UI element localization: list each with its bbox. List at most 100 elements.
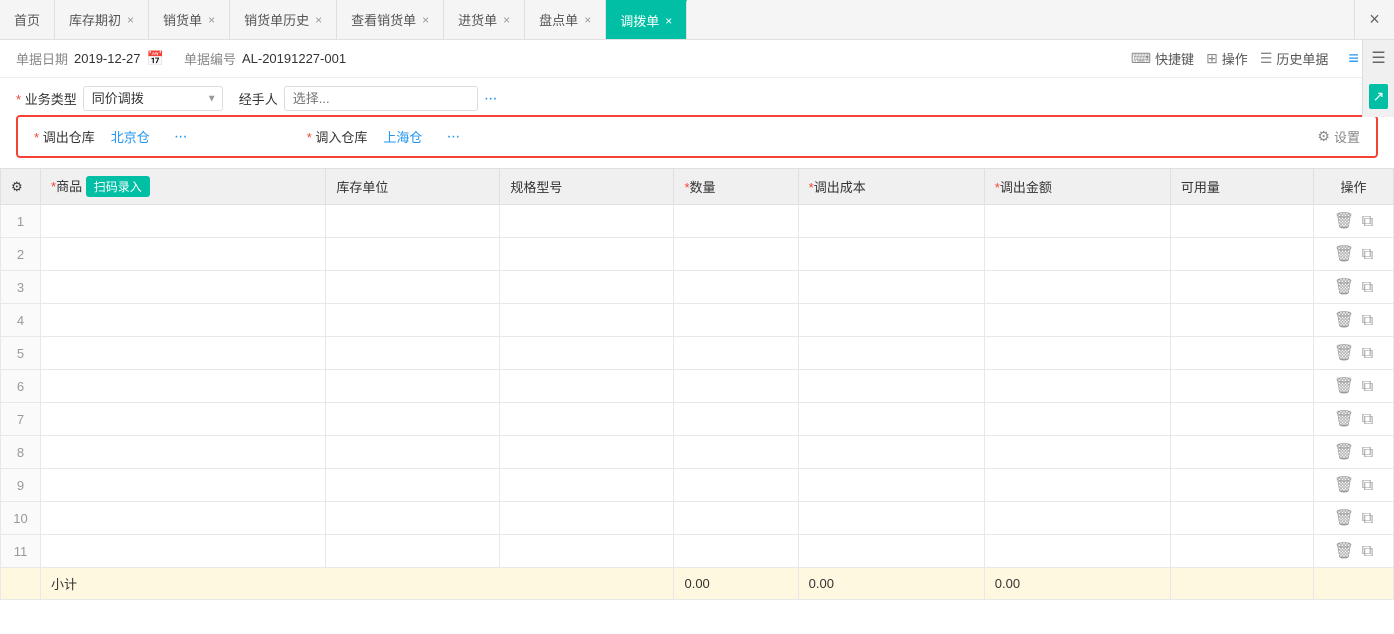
th-settings[interactable]: ⚙ — [1, 169, 41, 205]
row-4-qty[interactable] — [674, 304, 798, 337]
row-1-spec[interactable] — [500, 205, 674, 238]
tab-sales-order-close[interactable]: × — [208, 13, 215, 27]
tab-home[interactable]: 首页 — [0, 0, 55, 39]
row-4-copy-icon[interactable]: ⧉ — [1362, 312, 1373, 329]
row-3-product[interactable] — [41, 271, 326, 304]
row-5-cost[interactable] — [798, 337, 984, 370]
row-3-available[interactable] — [1170, 271, 1313, 304]
row-10-amount[interactable] — [984, 502, 1170, 535]
row-1-copy-icon[interactable]: ⧉ — [1362, 213, 1373, 230]
row-10-spec[interactable] — [500, 502, 674, 535]
row-10-delete-icon[interactable]: 🗑 — [1334, 510, 1354, 527]
tab-sales-history-close[interactable]: × — [315, 13, 322, 27]
row-4-product[interactable] — [41, 304, 326, 337]
row-2-copy-icon[interactable]: ⧉ — [1362, 246, 1373, 263]
handler-input[interactable] — [284, 86, 478, 111]
operations-button[interactable]: ⊞ 操作 — [1206, 49, 1248, 68]
row-1-unit[interactable] — [326, 205, 500, 238]
row-7-product[interactable] — [41, 403, 326, 436]
row-3-amount[interactable] — [984, 271, 1170, 304]
row-6-available[interactable] — [1170, 370, 1313, 403]
tab-inventory-check-close[interactable]: × — [584, 13, 591, 27]
row-10-product[interactable] — [41, 502, 326, 535]
row-3-cost[interactable] — [798, 271, 984, 304]
row-5-available[interactable] — [1170, 337, 1313, 370]
scan-input-button[interactable]: 扫码录入 — [86, 176, 150, 197]
row-7-cost[interactable] — [798, 403, 984, 436]
row-8-delete-icon[interactable]: 🗑 — [1334, 444, 1354, 461]
row-7-qty[interactable] — [674, 403, 798, 436]
row-7-spec[interactable] — [500, 403, 674, 436]
row-1-cost[interactable] — [798, 205, 984, 238]
row-9-amount[interactable] — [984, 469, 1170, 502]
window-close-button[interactable]: × — [1354, 0, 1394, 40]
row-1-available[interactable] — [1170, 205, 1313, 238]
row-7-available[interactable] — [1170, 403, 1313, 436]
row-9-copy-icon[interactable]: ⧉ — [1362, 477, 1373, 494]
row-3-spec[interactable] — [500, 271, 674, 304]
row-2-delete-icon[interactable]: 🗑 — [1334, 246, 1354, 263]
row-1-delete-icon[interactable]: 🗑 — [1334, 213, 1354, 230]
tab-inventory-init[interactable]: 库存期初 × — [55, 0, 149, 39]
row-6-copy-icon[interactable]: ⧉ — [1362, 378, 1373, 395]
row-8-spec[interactable] — [500, 436, 674, 469]
row-6-spec[interactable] — [500, 370, 674, 403]
row-10-qty[interactable] — [674, 502, 798, 535]
tab-purchase[interactable]: 进货单 × — [444, 0, 525, 39]
row-9-unit[interactable] — [326, 469, 500, 502]
row-2-product[interactable] — [41, 238, 326, 271]
row-10-unit[interactable] — [326, 502, 500, 535]
row-9-qty[interactable] — [674, 469, 798, 502]
row-11-unit[interactable] — [326, 535, 500, 568]
row-6-amount[interactable] — [984, 370, 1170, 403]
row-3-qty[interactable] — [674, 271, 798, 304]
row-11-cost[interactable] — [798, 535, 984, 568]
row-1-qty[interactable] — [674, 205, 798, 238]
row-5-delete-icon[interactable]: 🗑 — [1334, 345, 1354, 362]
row-6-product[interactable] — [41, 370, 326, 403]
sidebar-expand-icon[interactable]: ↗ — [1369, 84, 1389, 109]
row-7-delete-icon[interactable]: 🗑 — [1334, 411, 1354, 428]
row-2-available[interactable] — [1170, 238, 1313, 271]
settings-button[interactable]: ⚙ 设置 — [1317, 127, 1360, 146]
row-11-copy-icon[interactable]: ⧉ — [1362, 543, 1373, 560]
row-9-spec[interactable] — [500, 469, 674, 502]
handler-more-button[interactable]: ··· — [484, 90, 497, 108]
calendar-icon[interactable]: 📅 — [147, 50, 164, 67]
row-8-qty[interactable] — [674, 436, 798, 469]
sidebar-list-icon[interactable]: ☰ — [1371, 48, 1385, 68]
row-5-copy-icon[interactable]: ⧉ — [1362, 345, 1373, 362]
warehouse-out-more-button[interactable]: ··· — [174, 128, 187, 146]
row-8-amount[interactable] — [984, 436, 1170, 469]
tab-purchase-close[interactable]: × — [503, 13, 510, 27]
shortcuts-button[interactable]: ⌨ 快捷键 — [1131, 49, 1194, 68]
row-8-copy-icon[interactable]: ⧉ — [1362, 444, 1373, 461]
row-2-unit[interactable] — [326, 238, 500, 271]
row-11-delete-icon[interactable]: 🗑 — [1334, 543, 1354, 560]
row-3-delete-icon[interactable]: 🗑 — [1334, 279, 1354, 296]
row-6-unit[interactable] — [326, 370, 500, 403]
row-2-qty[interactable] — [674, 238, 798, 271]
tab-sales-history[interactable]: 销货单历史 × — [230, 0, 337, 39]
warehouse-in-more-button[interactable]: ··· — [446, 128, 459, 146]
row-8-available[interactable] — [1170, 436, 1313, 469]
tab-transfer[interactable]: 调拨单 × — [606, 0, 687, 39]
row-10-cost[interactable] — [798, 502, 984, 535]
row-11-product[interactable] — [41, 535, 326, 568]
row-5-unit[interactable] — [326, 337, 500, 370]
row-9-available[interactable] — [1170, 469, 1313, 502]
row-4-delete-icon[interactable]: 🗑 — [1334, 312, 1354, 329]
row-7-amount[interactable] — [984, 403, 1170, 436]
tab-view-sales-close[interactable]: × — [422, 13, 429, 27]
row-3-unit[interactable] — [326, 271, 500, 304]
tab-sales-order[interactable]: 销货单 × — [149, 0, 230, 39]
row-11-qty[interactable] — [674, 535, 798, 568]
row-7-unit[interactable] — [326, 403, 500, 436]
row-4-amount[interactable] — [984, 304, 1170, 337]
row-8-product[interactable] — [41, 436, 326, 469]
row-4-spec[interactable] — [500, 304, 674, 337]
row-6-qty[interactable] — [674, 370, 798, 403]
row-8-unit[interactable] — [326, 436, 500, 469]
row-4-available[interactable] — [1170, 304, 1313, 337]
business-type-select[interactable]: 同价调拨 — [83, 86, 223, 111]
